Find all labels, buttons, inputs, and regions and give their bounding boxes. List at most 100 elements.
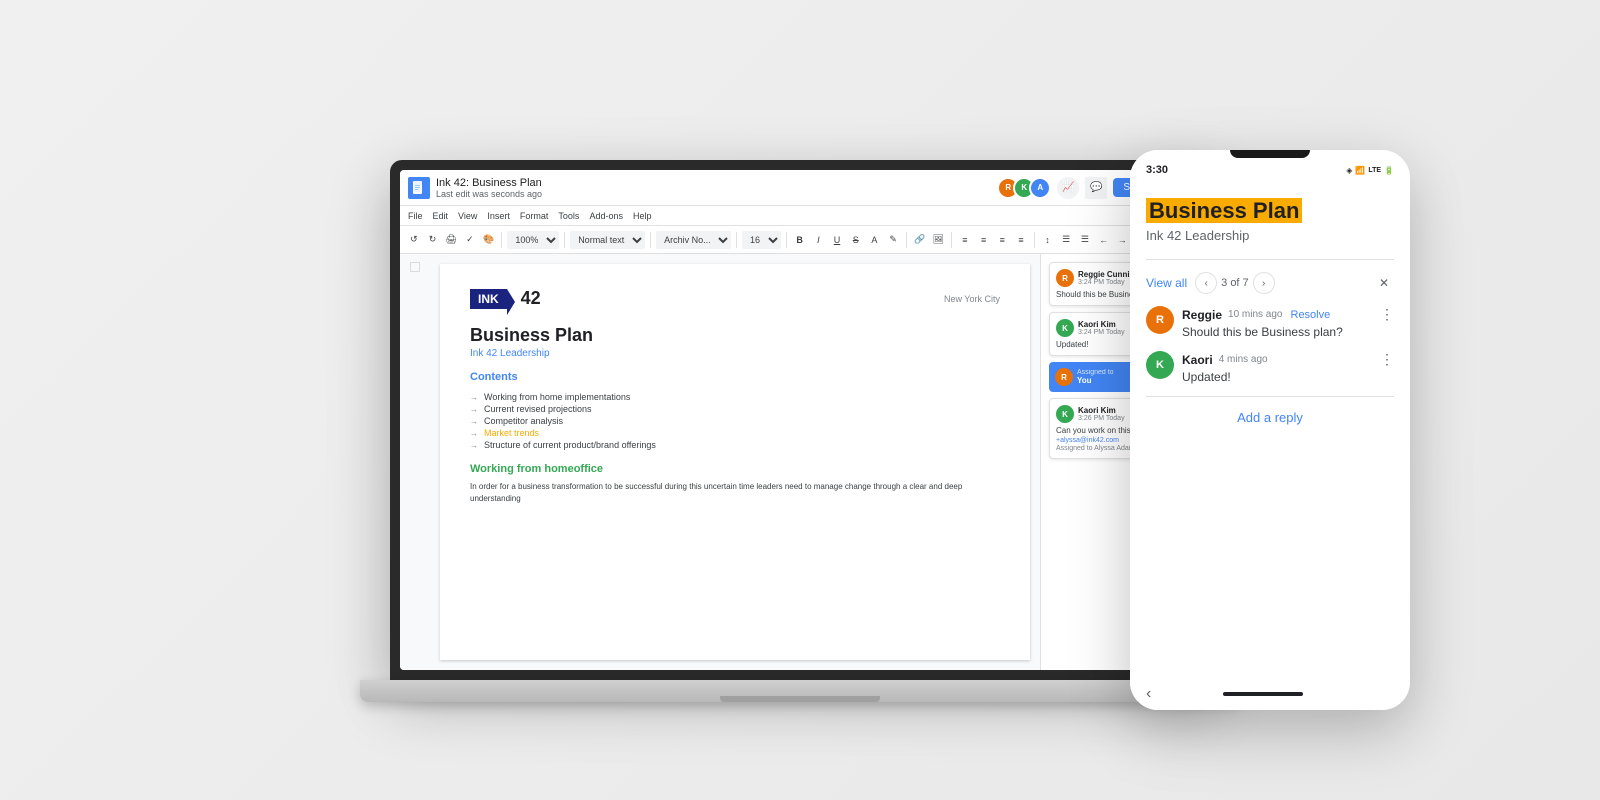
wifi-icon: ◈	[1346, 166, 1352, 175]
gdocs-header: Ink 42: Business Plan Last edit was seco…	[400, 170, 1200, 206]
comments-icon[interactable]: 💬	[1085, 177, 1107, 199]
view-all-link[interactable]: View all	[1146, 276, 1187, 290]
bullet-list-button[interactable]: ☰	[1058, 231, 1074, 249]
back-button[interactable]: ‹	[1146, 685, 1151, 703]
italic-button[interactable]: I	[811, 231, 827, 249]
phone-doc-subtitle: Ink 42 Leadership	[1146, 228, 1394, 243]
image-button[interactable]: 🖼	[931, 231, 947, 249]
menu-view[interactable]: View	[458, 211, 477, 221]
lte-icon: LTE	[1368, 167, 1381, 174]
phone-comment-2-header: Kaori 4 mins ago ⋮	[1182, 351, 1394, 368]
comment-count: 3 of 7	[1221, 277, 1249, 289]
line-spacing-button[interactable]: ↕	[1040, 231, 1056, 249]
justify-button[interactable]: ≡	[1013, 231, 1029, 249]
paint-button[interactable]: 🎨	[481, 231, 497, 249]
style-select[interactable]: Normal text	[570, 231, 645, 249]
toolbar-divider-4	[736, 232, 737, 248]
phone-notch	[1230, 150, 1310, 158]
phone-comment-1-name: Reggie	[1182, 308, 1222, 322]
signal-icon: 📶	[1355, 166, 1365, 175]
section2-part3: office	[574, 463, 603, 475]
doc-sidebar	[400, 254, 430, 670]
phone-comment-1-body: Reggie 10 mins ago Resolve ⋮ Should this…	[1182, 306, 1394, 339]
numbered-list-button[interactable]: ☰	[1077, 231, 1093, 249]
list-item-3: Competitor analysis	[470, 415, 1000, 427]
comment-2-meta: Kaori Kim 3:24 PM Today	[1078, 320, 1125, 336]
comment-3-time: 3:26 PM Today	[1078, 415, 1125, 422]
laptop-bezel: Ink 42: Business Plan Last edit was seco…	[390, 160, 1210, 680]
menu-format[interactable]: Format	[520, 211, 549, 221]
assign-avatar: R	[1055, 368, 1073, 386]
bold-button[interactable]: B	[792, 231, 808, 249]
menu-addons[interactable]: Add-ons	[589, 211, 623, 221]
content-area: INK 42 New York City Business Plan Ink 4…	[400, 254, 1200, 670]
comment-2-avatar: K	[1056, 319, 1074, 337]
phone-doc-title: Business Plan	[1146, 198, 1394, 224]
comment-2-name: Kaori Kim	[1078, 320, 1125, 329]
more-options-button-2[interactable]: ⋮	[1380, 351, 1394, 368]
menu-insert[interactable]: Insert	[487, 211, 510, 221]
section2-home: home	[544, 463, 573, 475]
comment-2-time: 3:24 PM Today	[1078, 329, 1125, 336]
reply-area: Add a reply	[1146, 396, 1394, 427]
list-item-2: Current revised projections	[470, 403, 1000, 415]
ink-label: INK	[478, 292, 499, 306]
font-select[interactable]: Archiv No...	[656, 231, 731, 249]
last-edit-text: Last edit was seconds ago	[436, 189, 997, 199]
toolbar-divider-1	[501, 232, 502, 248]
close-comments-button[interactable]: ✕	[1374, 273, 1394, 293]
chart-icon[interactable]: 📈	[1057, 177, 1079, 199]
align-center-button[interactable]: ≡	[976, 231, 992, 249]
add-reply-button[interactable]: Add a reply	[1237, 410, 1303, 425]
phone-title-highlighted: Business Plan	[1146, 198, 1302, 223]
zoom-select[interactable]: 100%	[507, 231, 559, 249]
phone-comment-section: View all ‹ 3 of 7 › ✕ R Reggie 10 mins a…	[1146, 259, 1394, 427]
avatar-3: A	[1029, 177, 1051, 199]
strikethrough-button[interactable]: S	[848, 231, 864, 249]
toolbar-divider-3	[650, 232, 651, 248]
menu-edit[interactable]: Edit	[433, 211, 449, 221]
menu-tools[interactable]: Tools	[558, 211, 579, 221]
menu-file[interactable]: File	[408, 211, 423, 221]
phone-comment-2: K Kaori 4 mins ago ⋮ Updated!	[1146, 351, 1394, 384]
phone-status-icons: ◈ 📶 LTE 🔋	[1346, 166, 1394, 175]
more-options-button-1[interactable]: ⋮	[1380, 306, 1394, 323]
spelling-button[interactable]: ✓	[462, 231, 478, 249]
prev-comment-button[interactable]: ‹	[1195, 272, 1217, 294]
indent-more-button[interactable]: →	[1114, 231, 1130, 249]
textcolor-button[interactable]: A	[867, 231, 883, 249]
phone-comment-1-text: Should this be Business plan?	[1182, 325, 1394, 339]
underline-button[interactable]: U	[829, 231, 845, 249]
align-right-button[interactable]: ≡	[994, 231, 1010, 249]
phone-comment-2-text: Updated!	[1182, 370, 1394, 384]
list-item-1: Working from home implementations	[470, 391, 1000, 403]
gdocs-logo-icon	[408, 177, 430, 199]
doc-paper: INK 42 New York City Business Plan Ink 4…	[440, 264, 1030, 660]
menu-help[interactable]: Help	[633, 211, 652, 221]
battery-icon: 🔋	[1384, 166, 1394, 175]
doc-body-text: In order for a business transformation t…	[470, 481, 1000, 505]
phone-comment-2-avatar: K	[1146, 351, 1174, 379]
collaborators-avatars: R K A	[997, 177, 1051, 199]
toolbar-divider-2	[564, 232, 565, 248]
phone-nav-bottom: ‹	[1130, 685, 1410, 703]
align-left-button[interactable]: ≡	[957, 231, 973, 249]
gdocs-toolbar: ↺ ↻ 🖨 ✓ 🎨 100% Normal text Archiv	[400, 226, 1200, 254]
highlight-button[interactable]: ✎	[885, 231, 901, 249]
size-select[interactable]: 16	[742, 231, 781, 249]
redo-button[interactable]: ↻	[425, 231, 441, 249]
print-button[interactable]: 🖨	[443, 231, 459, 249]
toolbar-divider-5	[786, 232, 787, 248]
home-bar[interactable]	[1223, 692, 1303, 696]
contents-heading: Contents	[470, 371, 1000, 383]
resolve-button[interactable]: Resolve	[1291, 309, 1331, 321]
doc-title-header: Ink 42: Business Plan	[436, 177, 997, 189]
undo-button[interactable]: ↺	[406, 231, 422, 249]
indent-less-button[interactable]: ←	[1096, 231, 1112, 249]
laptop-base	[360, 680, 1240, 702]
section2-heading: Working from homeoffice	[470, 463, 1000, 475]
next-comment-button[interactable]: ›	[1253, 272, 1275, 294]
link-button[interactable]: 🔗	[912, 231, 928, 249]
doc-page: INK 42 New York City Business Plan Ink 4…	[430, 254, 1040, 670]
comment-3-meta: Kaori Kim 3:26 PM Today	[1078, 406, 1125, 422]
